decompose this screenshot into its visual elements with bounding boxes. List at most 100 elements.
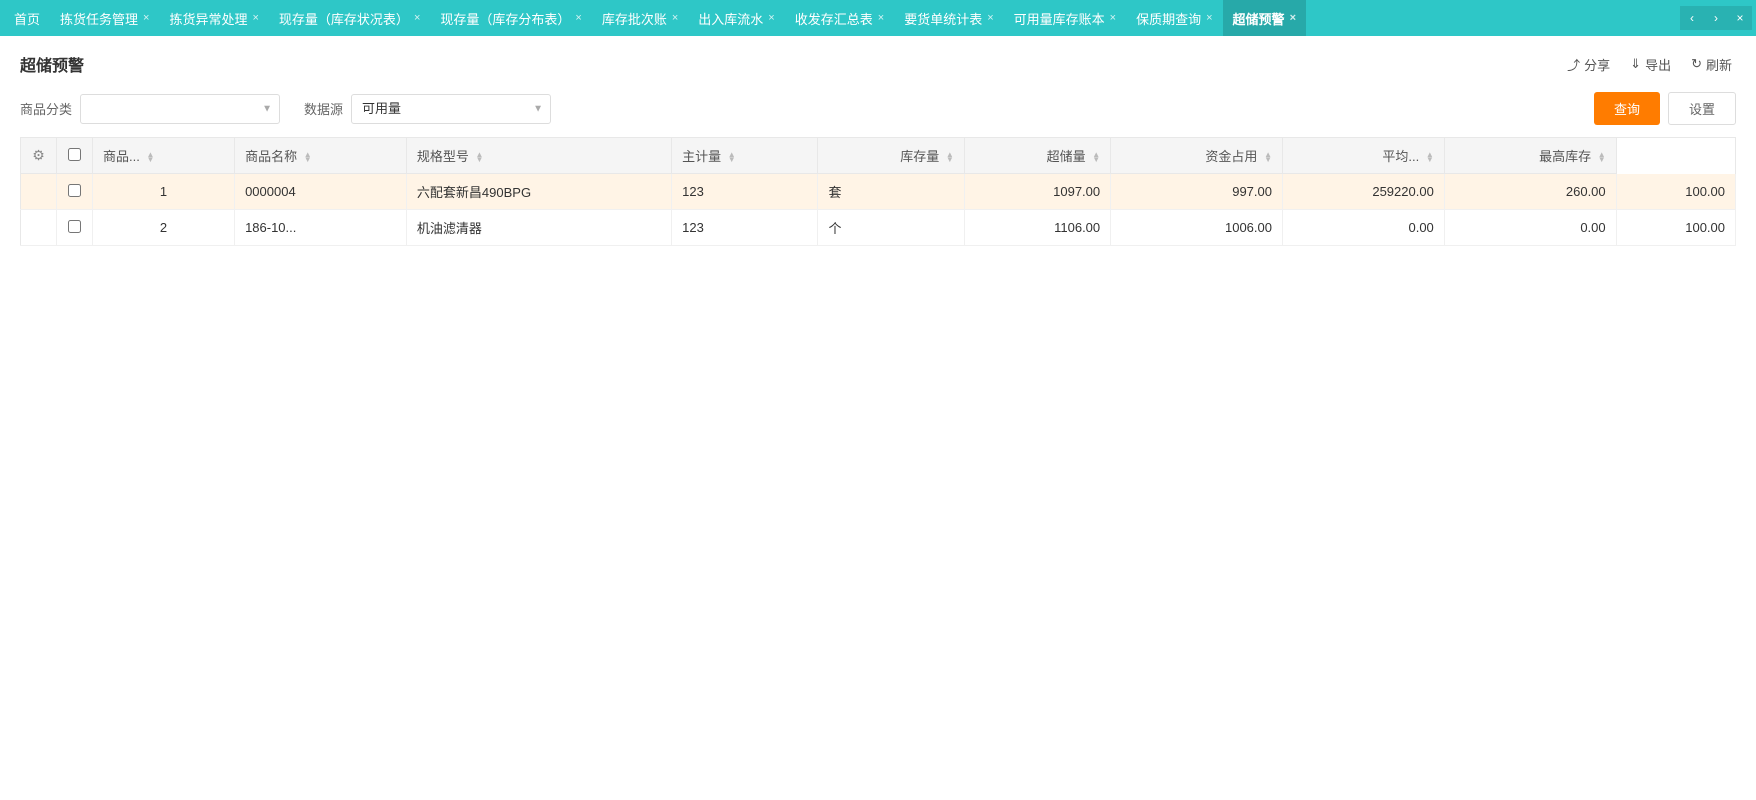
row-spec: 123 (672, 210, 818, 246)
col-name-label: 商品名称 (245, 149, 297, 164)
row-avg: 260.00 (1444, 174, 1616, 210)
row-stock: 1097.00 (964, 174, 1110, 210)
refresh-button[interactable]: ↻ 刷新 (1687, 53, 1736, 76)
row-checkbox-cell (57, 210, 93, 246)
nav-order-stats[interactable]: 要货单统计表 × (894, 0, 1003, 36)
col-header-max-stock[interactable]: 最高库存 ▲ ▼ (1444, 138, 1616, 174)
row-capital: 0.00 (1282, 210, 1444, 246)
nav-home[interactable]: 首页 (4, 0, 50, 36)
close-order-stats[interactable]: × (987, 12, 993, 24)
col-header-overstock[interactable]: 超储量 ▲ ▼ (964, 138, 1110, 174)
nav-next-btn[interactable]: › (1704, 6, 1728, 30)
nav-collect-summary[interactable]: 收发存汇总表 × (785, 0, 894, 36)
datasource-filter-group: 数据源 可用量 库存量 ▼ (304, 94, 551, 124)
close-collect-summary[interactable]: × (878, 12, 884, 24)
page-header: 超储预警 ⤴ 分享 ⇓ 导出 ↻ 刷新 (20, 52, 1736, 76)
close-available-account[interactable]: × (1110, 12, 1116, 24)
share-button[interactable]: ⤴ 分享 (1563, 53, 1614, 76)
col-header-spec[interactable]: 规格型号 ▲ ▼ (406, 138, 671, 174)
sort-code-icon[interactable]: ▲ ▼ (146, 153, 154, 163)
table-row: 1 0000004 六配套新昌490BPG 123 套 1097.00 997.… (21, 174, 1736, 210)
top-navigation: 首页 拣货任务管理 × 拣货异常处理 × 现存量（库存状况表） × 现存量（库存… (0, 0, 1756, 36)
close-inventory-status[interactable]: × (414, 12, 420, 24)
row-overstock: 997.00 (1111, 174, 1283, 210)
col-spec-label: 规格型号 (417, 149, 469, 164)
col-header-name[interactable]: 商品名称 ▲ ▼ (235, 138, 407, 174)
col-header-gear[interactable]: ⚙ (21, 138, 57, 174)
close-overstock-alert[interactable]: × (1290, 12, 1296, 24)
row-max-stock: 100.00 (1616, 174, 1735, 210)
sort-unit-icon[interactable]: ▲ ▼ (728, 153, 736, 163)
row-max-stock: 100.00 (1616, 210, 1735, 246)
col-stock-label: 库存量 (900, 149, 939, 164)
col-header-code[interactable]: 商品... ▲ ▼ (93, 138, 235, 174)
sort-max-stock-icon[interactable]: ▲ ▼ (1598, 153, 1606, 163)
nav-inventory-dist[interactable]: 现存量（库存分布表） × (430, 0, 591, 36)
col-header-stock[interactable]: 库存量 ▲ ▼ (818, 138, 964, 174)
category-select-wrapper: ▼ (80, 94, 280, 124)
refresh-icon: ↻ (1691, 56, 1702, 72)
table-header-row: ⚙ 商品... ▲ ▼ 商品名称 ▲ ▼ (21, 138, 1736, 174)
nav-close-all-btn[interactable]: × (1728, 6, 1752, 30)
row-unit: 个 (818, 210, 964, 246)
close-picking-exception[interactable]: × (252, 12, 258, 24)
header-actions: ⤴ 分享 ⇓ 导出 ↻ 刷新 (1563, 53, 1736, 76)
nav-inventory-batch[interactable]: 库存批次账 × (592, 0, 688, 36)
row-name: 机油滤清器 (406, 210, 671, 246)
row-gear (21, 174, 57, 210)
col-header-unit[interactable]: 主计量 ▲ ▼ (672, 138, 818, 174)
nav-inout-flow[interactable]: 出入库流水 × (688, 0, 784, 36)
sort-spec-icon[interactable]: ▲ ▼ (476, 153, 484, 163)
row-code: 186-10... (235, 210, 407, 246)
query-button[interactable]: 查询 (1594, 92, 1660, 125)
gear-settings-icon[interactable]: ⚙ (32, 147, 45, 163)
close-inventory-dist[interactable]: × (575, 12, 581, 24)
row-capital: 259220.00 (1282, 174, 1444, 210)
row-checkbox[interactable] (68, 184, 81, 197)
close-picking-task[interactable]: × (143, 12, 149, 24)
share-icon: ⤴ (1567, 55, 1580, 74)
close-expiry-check[interactable]: × (1206, 12, 1212, 24)
sort-capital-icon[interactable]: ▲ ▼ (1264, 153, 1272, 163)
category-select[interactable] (80, 94, 280, 124)
row-gear (21, 210, 57, 246)
close-inout-flow[interactable]: × (768, 12, 774, 24)
page-title: 超储预警 (20, 52, 84, 76)
row-checkbox-cell (57, 174, 93, 210)
settings-button[interactable]: 设置 (1668, 92, 1736, 125)
col-header-avg[interactable]: 平均... ▲ ▼ (1282, 138, 1444, 174)
sort-stock-icon[interactable]: ▲ ▼ (946, 153, 954, 163)
row-name: 六配套新昌490BPG (406, 174, 671, 210)
col-overstock-label: 超储量 (1047, 149, 1086, 164)
nav-expiry-check[interactable]: 保质期查询 × (1126, 0, 1222, 36)
col-avg-label: 平均... (1382, 149, 1419, 164)
row-spec: 123 (672, 174, 818, 210)
select-all-checkbox[interactable] (68, 148, 81, 161)
row-code: 0000004 (235, 174, 407, 210)
filter-actions: 查询 设置 (1594, 92, 1736, 125)
row-unit: 套 (818, 174, 964, 210)
close-inventory-batch[interactable]: × (672, 12, 678, 24)
sort-name-icon[interactable]: ▲ ▼ (304, 153, 312, 163)
datasource-label: 数据源 (304, 99, 343, 118)
row-avg: 0.00 (1444, 210, 1616, 246)
datasource-select[interactable]: 可用量 库存量 (351, 94, 551, 124)
col-header-capital[interactable]: 资金占用 ▲ ▼ (1111, 138, 1283, 174)
nav-picking-exception[interactable]: 拣货异常处理 × (159, 0, 268, 36)
col-code-label: 商品... (103, 149, 140, 164)
filter-row: 商品分类 ▼ 数据源 可用量 库存量 ▼ 查询 设置 (20, 92, 1736, 125)
sort-overstock-icon[interactable]: ▲ ▼ (1092, 153, 1100, 163)
sort-avg-icon[interactable]: ▲ ▼ (1426, 153, 1434, 163)
row-checkbox[interactable] (68, 220, 81, 233)
nav-picking-task[interactable]: 拣货任务管理 × (50, 0, 159, 36)
export-button[interactable]: ⇓ 导出 (1626, 53, 1675, 76)
nav-available-account[interactable]: 可用量库存账本 × (1004, 0, 1126, 36)
col-unit-label: 主计量 (682, 149, 721, 164)
table-row: 2 186-10... 机油滤清器 123 个 1106.00 1006.00 … (21, 210, 1736, 246)
col-capital-label: 资金占用 (1205, 149, 1257, 164)
nav-overstock-alert[interactable]: 超储预警 × (1223, 0, 1306, 36)
datasource-select-wrapper: 可用量 库存量 ▼ (351, 94, 551, 124)
page-content: 超储预警 ⤴ 分享 ⇓ 导出 ↻ 刷新 商品分类 ▼ (0, 36, 1756, 800)
nav-prev-btn[interactable]: ‹ (1680, 6, 1704, 30)
nav-inventory-status[interactable]: 现存量（库存状况表） × (269, 0, 430, 36)
